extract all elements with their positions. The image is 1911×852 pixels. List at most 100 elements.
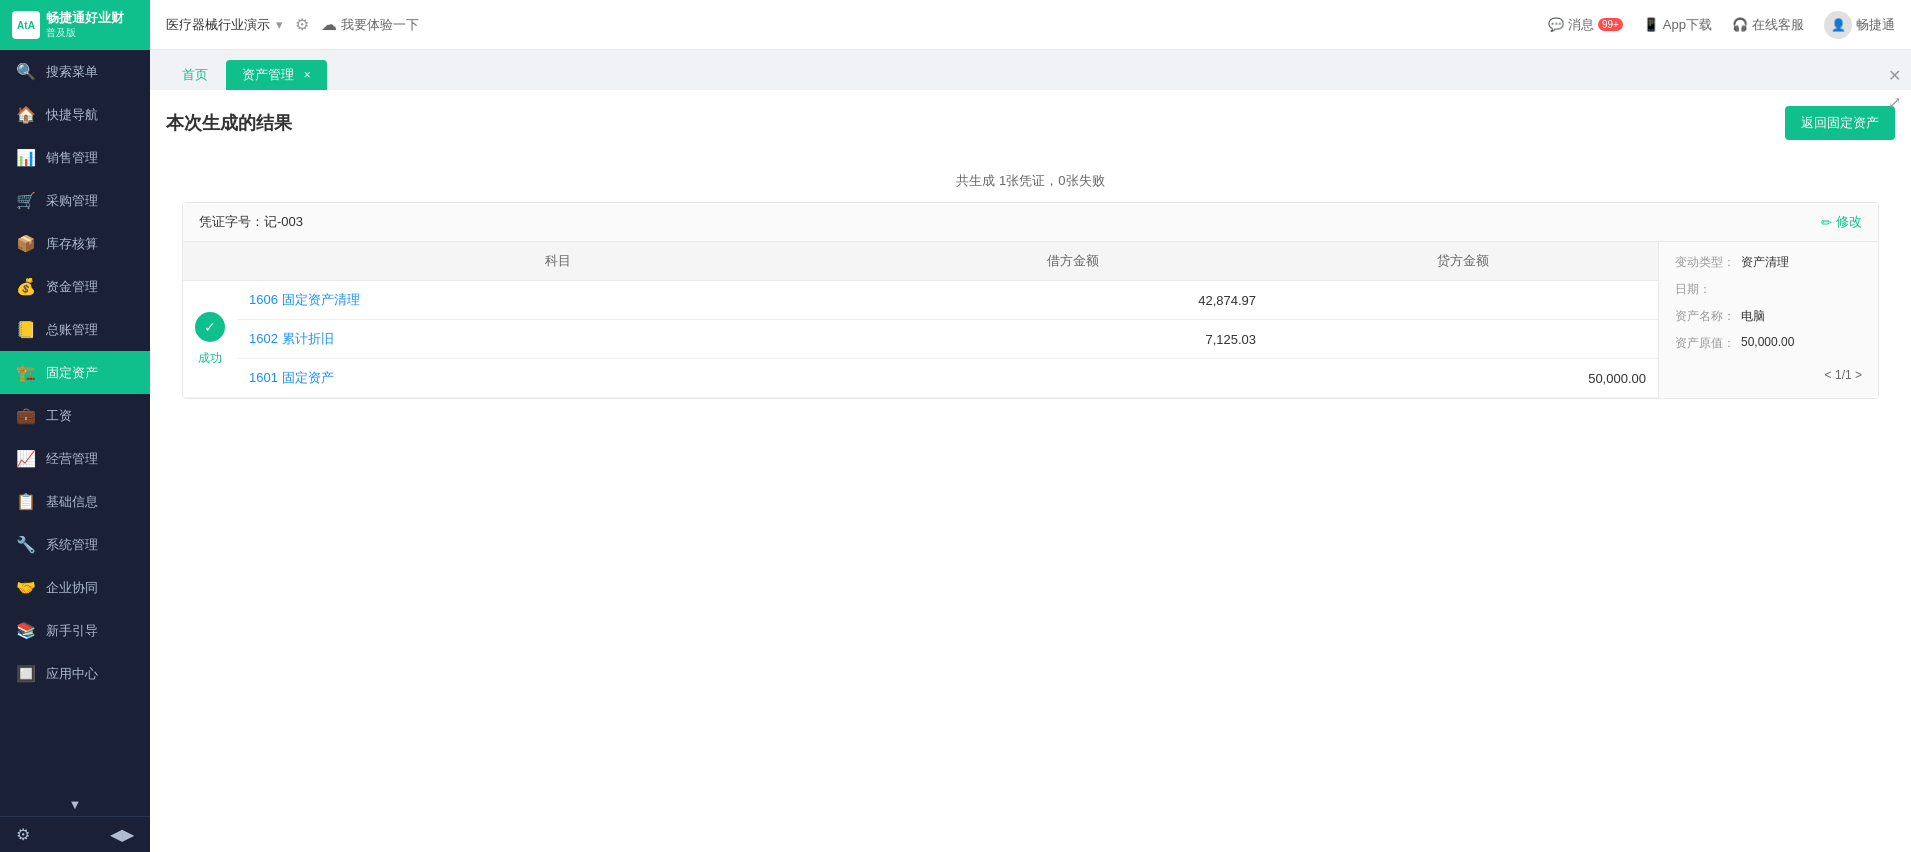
sidebar-item-inventory[interactable]: 📦 库存核算	[0, 222, 150, 265]
asset-value-row: 资产原值： 50,000.00	[1675, 335, 1862, 352]
sidebar-icon-quick-nav: 🏠	[16, 105, 36, 124]
sidebar-nav: 🔍 搜索菜单 🏠 快捷导航 📊 销售管理 🛒 采购管理 📦 库存核算 💰 资金管…	[0, 50, 150, 793]
app-download-item[interactable]: 📱 App下载	[1643, 16, 1712, 34]
sidebar-icon-finance: 💰	[16, 277, 36, 296]
page-content: 本次生成的结果 返回固定资产 共生成 1张凭证，0张失败 凭证字号：记-003 …	[150, 90, 1911, 852]
sidebar-label-collab: 企业协同	[46, 579, 98, 597]
workspace-title: 医疗器械行业演示 ▾	[166, 16, 283, 34]
success-icon: ✓	[195, 312, 225, 342]
subject-cell[interactable]: 1601 固定资产	[237, 359, 878, 398]
sidebar-label-search: 搜索菜单	[46, 63, 98, 81]
close-panel-button[interactable]: ✕	[1882, 64, 1907, 87]
notification-item[interactable]: 💬 消息 99+	[1548, 16, 1623, 34]
col-credit: 贷方金额	[1268, 242, 1658, 281]
result-summary: 共生成 1张凭证，0张失败	[166, 156, 1895, 202]
user-menu[interactable]: 👤 畅捷通	[1824, 11, 1895, 39]
sidebar-label-quick-nav: 快捷导航	[46, 106, 98, 124]
sidebar-item-operations[interactable]: 📈 经营管理	[0, 437, 150, 480]
sidebar: AtA 畅捷通好业财 普及版 🔍 搜索菜单 🏠 快捷导航 📊 销售管理 🛒 采购…	[0, 0, 150, 852]
prev-page-icon[interactable]: <	[1825, 368, 1832, 382]
sidebar-label-purchase: 采购管理	[46, 192, 98, 210]
app-sub: 普及版	[46, 26, 124, 40]
sidebar-item-basic-info[interactable]: 📋 基础信息	[0, 480, 150, 523]
sidebar-icon-sales: 📊	[16, 148, 36, 167]
sidebar-item-search[interactable]: 🔍 搜索菜单	[0, 50, 150, 93]
edit-icon: ✏	[1821, 215, 1832, 230]
sidebar-item-sales[interactable]: 📊 销售管理	[0, 136, 150, 179]
sidebar-item-fixed-assets[interactable]: 🏗️ 固定资产	[0, 351, 150, 394]
sidebar-item-apps[interactable]: 🔲 应用中心	[0, 652, 150, 695]
col-subject: 科目	[237, 242, 878, 281]
online-service-item[interactable]: 🎧 在线客服	[1732, 16, 1804, 34]
topbar: 医疗器械行业演示 ▾ ⚙ ☁ 我要体验一下 💬 消息 99+ 📱 App下载 🎧…	[150, 0, 1911, 50]
page-header: 本次生成的结果 返回固定资产	[166, 106, 1895, 140]
sidebar-icon-system: 🔧	[16, 535, 36, 554]
avatar: 👤	[1824, 11, 1852, 39]
toggle-sidebar-icon[interactable]: ◀▶	[110, 825, 134, 844]
sidebar-label-basic-info: 基础信息	[46, 493, 98, 511]
sidebar-label-inventory: 库存核算	[46, 235, 98, 253]
info-pagination: < 1/1 >	[1675, 368, 1862, 382]
sidebar-item-payroll[interactable]: 💼 工资	[0, 394, 150, 437]
experience-button[interactable]: ☁ 我要体验一下	[321, 15, 419, 34]
sidebar-icon-apps: 🔲	[16, 664, 36, 683]
panel-controls: ✕ ⤢	[1878, 60, 1911, 118]
sidebar-label-ledger: 总账管理	[46, 321, 98, 339]
user-icon: 👤	[1831, 18, 1846, 32]
mobile-icon: 📱	[1643, 17, 1659, 32]
voucher-container: 凭证字号：记-003 ✏ 修改 科目 借方金额 贷方金额	[182, 202, 1879, 399]
change-type-row: 变动类型： 资产清理	[1675, 254, 1862, 271]
table-row: 1601 固定资产 50,000.00	[183, 359, 1658, 398]
workspace-dropdown-icon[interactable]: ▾	[276, 17, 283, 32]
sidebar-scroll-arrow[interactable]: ▼	[0, 793, 150, 816]
tab-asset-management[interactable]: 资产管理 ×	[226, 60, 327, 90]
col-debit: 借方金额	[878, 242, 1268, 281]
voucher-number: 凭证字号：记-003	[199, 213, 303, 231]
sidebar-item-quick-nav[interactable]: 🏠 快捷导航	[0, 93, 150, 136]
sidebar-item-purchase[interactable]: 🛒 采购管理	[0, 179, 150, 222]
credit-cell	[1268, 320, 1658, 359]
logo-icon: AtA	[12, 11, 40, 39]
main-content: 医疗器械行业演示 ▾ ⚙ ☁ 我要体验一下 💬 消息 99+ 📱 App下载 🎧…	[150, 0, 1911, 852]
sidebar-item-guide[interactable]: 📚 新手引导	[0, 609, 150, 652]
sidebar-bottom: ⚙ ◀▶	[0, 816, 150, 852]
table-row: 1602 累计折旧 7,125.03	[183, 320, 1658, 359]
status-cell: ✓ 成功	[183, 281, 237, 398]
topbar-right: 💬 消息 99+ 📱 App下载 🎧 在线客服 👤 畅捷通	[1548, 11, 1895, 39]
notification-icon: 💬	[1548, 17, 1564, 32]
pagination-text: 1/1	[1835, 368, 1855, 382]
sidebar-item-collab[interactable]: 🤝 企业协同	[0, 566, 150, 609]
sidebar-item-system[interactable]: 🔧 系统管理	[0, 523, 150, 566]
headset-icon: 🎧	[1732, 17, 1748, 32]
date-row: 日期：	[1675, 281, 1862, 298]
debit-cell	[878, 359, 1268, 398]
subject-cell[interactable]: 1602 累计折旧	[237, 320, 878, 359]
sidebar-icon-fixed-assets: 🏗️	[16, 363, 36, 382]
tabbar: 首页 资产管理 ×	[150, 50, 1911, 90]
sidebar-icon-operations: 📈	[16, 449, 36, 468]
sidebar-item-finance[interactable]: 💰 资金管理	[0, 265, 150, 308]
edit-button[interactable]: ✏ 修改	[1821, 213, 1862, 231]
tab-close-icon[interactable]: ×	[304, 68, 311, 82]
debit-cell: 42,874.97	[878, 281, 1268, 320]
settings-icon[interactable]: ⚙	[295, 15, 309, 34]
sidebar-item-ledger[interactable]: 📒 总账管理	[0, 308, 150, 351]
voucher-info-panel: 变动类型： 资产清理 日期： 资产名称： 电脑 资产原值： 50,000.00	[1658, 242, 1878, 398]
next-page-icon[interactable]: >	[1855, 368, 1862, 382]
subject-cell[interactable]: 1606 固定资产清理	[237, 281, 878, 320]
debit-cell: 7,125.03	[878, 320, 1268, 359]
tab-home[interactable]: 首页	[166, 60, 224, 90]
expand-panel-button[interactable]: ⤢	[1882, 91, 1907, 114]
asset-name-row: 资产名称： 电脑	[1675, 308, 1862, 325]
sidebar-label-apps: 应用中心	[46, 665, 98, 683]
app-name: 畅捷通好业财	[46, 10, 124, 27]
voucher-header: 凭证字号：记-003 ✏ 修改	[183, 203, 1878, 242]
settings-icon[interactable]: ⚙	[16, 825, 30, 844]
status-text: 成功	[198, 350, 222, 367]
sidebar-icon-inventory: 📦	[16, 234, 36, 253]
sidebar-label-operations: 经营管理	[46, 450, 98, 468]
sidebar-icon-purchase: 🛒	[16, 191, 36, 210]
table-row: ✓ 成功 1606 固定资产清理 42,874.97	[183, 281, 1658, 320]
sidebar-label-sales: 销售管理	[46, 149, 98, 167]
sidebar-logo: AtA 畅捷通好业财 普及版	[0, 0, 150, 50]
